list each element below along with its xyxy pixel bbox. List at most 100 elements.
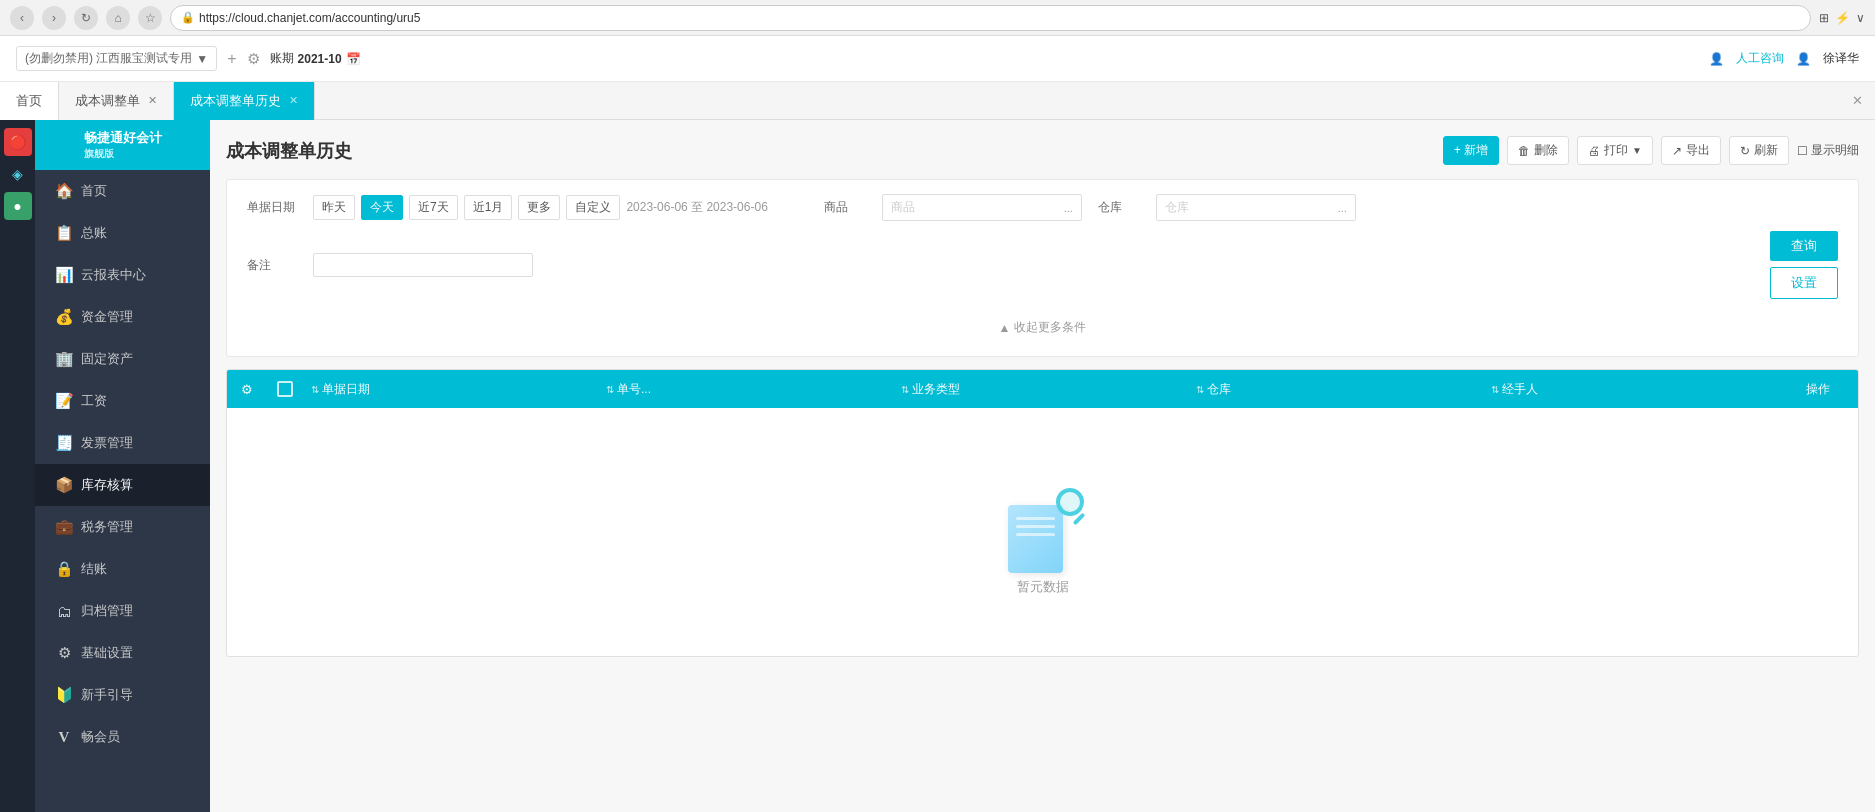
- ledger-icon: 📋: [55, 224, 73, 242]
- new-btn[interactable]: + 新增: [1443, 136, 1499, 165]
- th-handler[interactable]: ⇅ 经手人: [1483, 381, 1778, 398]
- btn-last7[interactable]: 近7天: [409, 195, 458, 220]
- sidebar-item-guide[interactable]: 🔰 新手引导: [35, 674, 210, 716]
- sidebar-item-invoice[interactable]: 🧾 发票管理: [35, 422, 210, 464]
- reports-icon: 📊: [55, 266, 73, 284]
- note-filter-label: 备注: [247, 257, 297, 274]
- extension-icon-1[interactable]: ⊞: [1819, 11, 1829, 25]
- sidebar-item-closing[interactable]: 🔒 结账: [35, 548, 210, 590]
- print-btn[interactable]: 🖨 打印 ▼: [1577, 136, 1653, 165]
- add-company-btn[interactable]: +: [227, 50, 236, 68]
- home-button[interactable]: ⌂: [106, 6, 130, 30]
- collapse-btn[interactable]: ▲ 收起更多条件: [999, 313, 1087, 342]
- setting-btn[interactable]: 设置: [1770, 267, 1838, 299]
- extension-icon-3[interactable]: ∨: [1856, 11, 1865, 25]
- settings-icon-header[interactable]: ⚙: [247, 50, 260, 68]
- left-icon-1[interactable]: ◈: [4, 160, 32, 188]
- btn-yesterday[interactable]: 昨天: [313, 195, 355, 220]
- export-label: 导出: [1686, 142, 1710, 159]
- query-btn[interactable]: 查询: [1770, 231, 1838, 261]
- sort-icon-handler: ⇅: [1491, 384, 1499, 395]
- tab-cost-adjust[interactable]: 成本调整单 ✕: [59, 82, 174, 120]
- show-columns-btn[interactable]: ☐ 显示明细: [1797, 142, 1859, 159]
- sidebar-item-ledger[interactable]: 📋 总账: [35, 212, 210, 254]
- export-btn[interactable]: ↗ 导出: [1661, 136, 1721, 165]
- sidebar-ledger-label: 总账: [81, 224, 107, 242]
- sidebar-closing-label: 结账: [81, 560, 107, 578]
- reload-button[interactable]: ↻: [74, 6, 98, 30]
- forward-button[interactable]: ›: [42, 6, 66, 30]
- tab-cost-adjust-close[interactable]: ✕: [148, 94, 157, 107]
- fixed-assets-icon: 🏢: [55, 350, 73, 368]
- calendar-icon[interactable]: 📅: [346, 52, 361, 66]
- btn-today[interactable]: 今天: [361, 195, 403, 220]
- browser-chrome: ‹ › ↻ ⌂ ☆ 🔒 https://cloud.chanjet.com/ac…: [0, 0, 1875, 36]
- sidebar-item-vip[interactable]: V 畅会员: [35, 716, 210, 758]
- select-all-checkbox[interactable]: [277, 381, 293, 397]
- sidebar-item-home[interactable]: 🏠 首页: [35, 170, 210, 212]
- product-selector[interactable]: 商品 ...: [882, 194, 1082, 221]
- tab-cost-adjust-history-close[interactable]: ✕: [289, 94, 298, 107]
- url-text: https://cloud.chanjet.com/accounting/uru…: [199, 11, 420, 25]
- tab-bar: 首页 成本调整单 ✕ 成本调整单历史 ✕ ✕: [0, 82, 1875, 120]
- sidebar-item-settings[interactable]: ⚙ 基础设置: [35, 632, 210, 674]
- sidebar-archive-label: 归档管理: [81, 602, 133, 620]
- back-button[interactable]: ‹: [10, 6, 34, 30]
- inventory-icon: 📦: [55, 476, 73, 494]
- browser-tools: ⊞ ⚡ ∨: [1819, 11, 1865, 25]
- tab-cost-adjust-history[interactable]: 成本调整单历史 ✕: [174, 82, 315, 120]
- sort-icon-biz: ⇅: [901, 384, 909, 395]
- refresh-btn[interactable]: ↻ 刷新: [1729, 136, 1789, 165]
- tab-home[interactable]: 首页: [0, 82, 59, 120]
- th-check-all[interactable]: [267, 381, 303, 397]
- tab-cost-adjust-history-label: 成本调整单历史: [190, 92, 281, 110]
- archive-icon: 🗂: [55, 603, 73, 620]
- sidebar-item-payroll[interactable]: 📝 工资: [35, 380, 210, 422]
- btn-custom[interactable]: 自定义: [566, 195, 620, 220]
- th-num[interactable]: ⇅ 单号...: [598, 381, 893, 398]
- th-gear-btn[interactable]: ⚙: [227, 382, 267, 397]
- sidebar-item-funds[interactable]: 💰 资金管理: [35, 296, 210, 338]
- th-biz-type[interactable]: ⇅ 业务类型: [893, 381, 1188, 398]
- header-right: 👤 人工咨询 👤 徐译华: [1709, 50, 1859, 67]
- th-warehouse[interactable]: ⇅ 仓库: [1188, 381, 1483, 398]
- th-biz-label: 业务类型: [912, 381, 960, 398]
- btn-last1m[interactable]: 近1月: [464, 195, 513, 220]
- sidebar-item-tax[interactable]: 💼 税务管理: [35, 506, 210, 548]
- user-service-icon: 👤: [1709, 52, 1724, 66]
- bookmark-button[interactable]: ☆: [138, 6, 162, 30]
- btn-more-date[interactable]: 更多: [518, 195, 560, 220]
- left-icon-green[interactable]: ●: [4, 192, 32, 220]
- sidebar-item-archive[interactable]: 🗂 归档管理: [35, 590, 210, 632]
- user-service-btn[interactable]: 人工咨询: [1736, 50, 1784, 67]
- sidebar-guide-label: 新手引导: [81, 686, 133, 704]
- sidebar-item-fixed-assets[interactable]: 🏢 固定资产: [35, 338, 210, 380]
- delete-btn[interactable]: 🗑 删除: [1507, 136, 1569, 165]
- warehouse-selector[interactable]: 仓库 ...: [1156, 194, 1356, 221]
- filter-row-1: 单据日期 昨天 今天 近7天 近1月 更多 自定义 2023-06-06 至 2…: [247, 194, 1838, 221]
- closing-icon: 🔒: [55, 560, 73, 578]
- extension-icon-2[interactable]: ⚡: [1835, 11, 1850, 25]
- sidebar: 畅捷通好会计 旗舰版 🏠 首页 📋 总账 📊 云报表中心 💰 资金管理 🏢 固定…: [35, 120, 210, 812]
- company-selector[interactable]: (勿删勿禁用) 江西服宝测试专用 ▼: [16, 46, 217, 71]
- sidebar-item-reports[interactable]: 📊 云报表中心: [35, 254, 210, 296]
- left-icon-red[interactable]: 🔴: [4, 128, 32, 156]
- th-date[interactable]: ⇅ 单据日期: [303, 381, 598, 398]
- sort-icon-date: ⇅: [311, 384, 319, 395]
- sidebar-payroll-label: 工资: [81, 392, 107, 410]
- sidebar-inventory-label: 库存核算: [81, 476, 133, 494]
- th-action-label: 操作: [1806, 381, 1830, 398]
- note-input[interactable]: [313, 253, 533, 277]
- url-bar[interactable]: 🔒 https://cloud.chanjet.com/accounting/u…: [170, 5, 1811, 31]
- sidebar-tax-label: 税务管理: [81, 518, 133, 536]
- sidebar-fixed-assets-label: 固定资产: [81, 350, 133, 368]
- close-all-btn[interactable]: ✕: [1852, 93, 1863, 108]
- toolbar-right: + 新增 🗑 删除 🖨 打印 ▼ ↗ 导出 ↻ 刷新: [1443, 136, 1859, 165]
- th-num-label: 单号...: [617, 381, 651, 398]
- sidebar-funds-label: 资金管理: [81, 308, 133, 326]
- empty-magnify-shape: [1048, 488, 1088, 528]
- product-placeholder: 商品: [891, 199, 915, 216]
- sidebar-item-inventory[interactable]: 📦 库存核算: [35, 464, 210, 506]
- print-label: 打印: [1604, 142, 1628, 159]
- magnify-circle: [1056, 488, 1084, 516]
